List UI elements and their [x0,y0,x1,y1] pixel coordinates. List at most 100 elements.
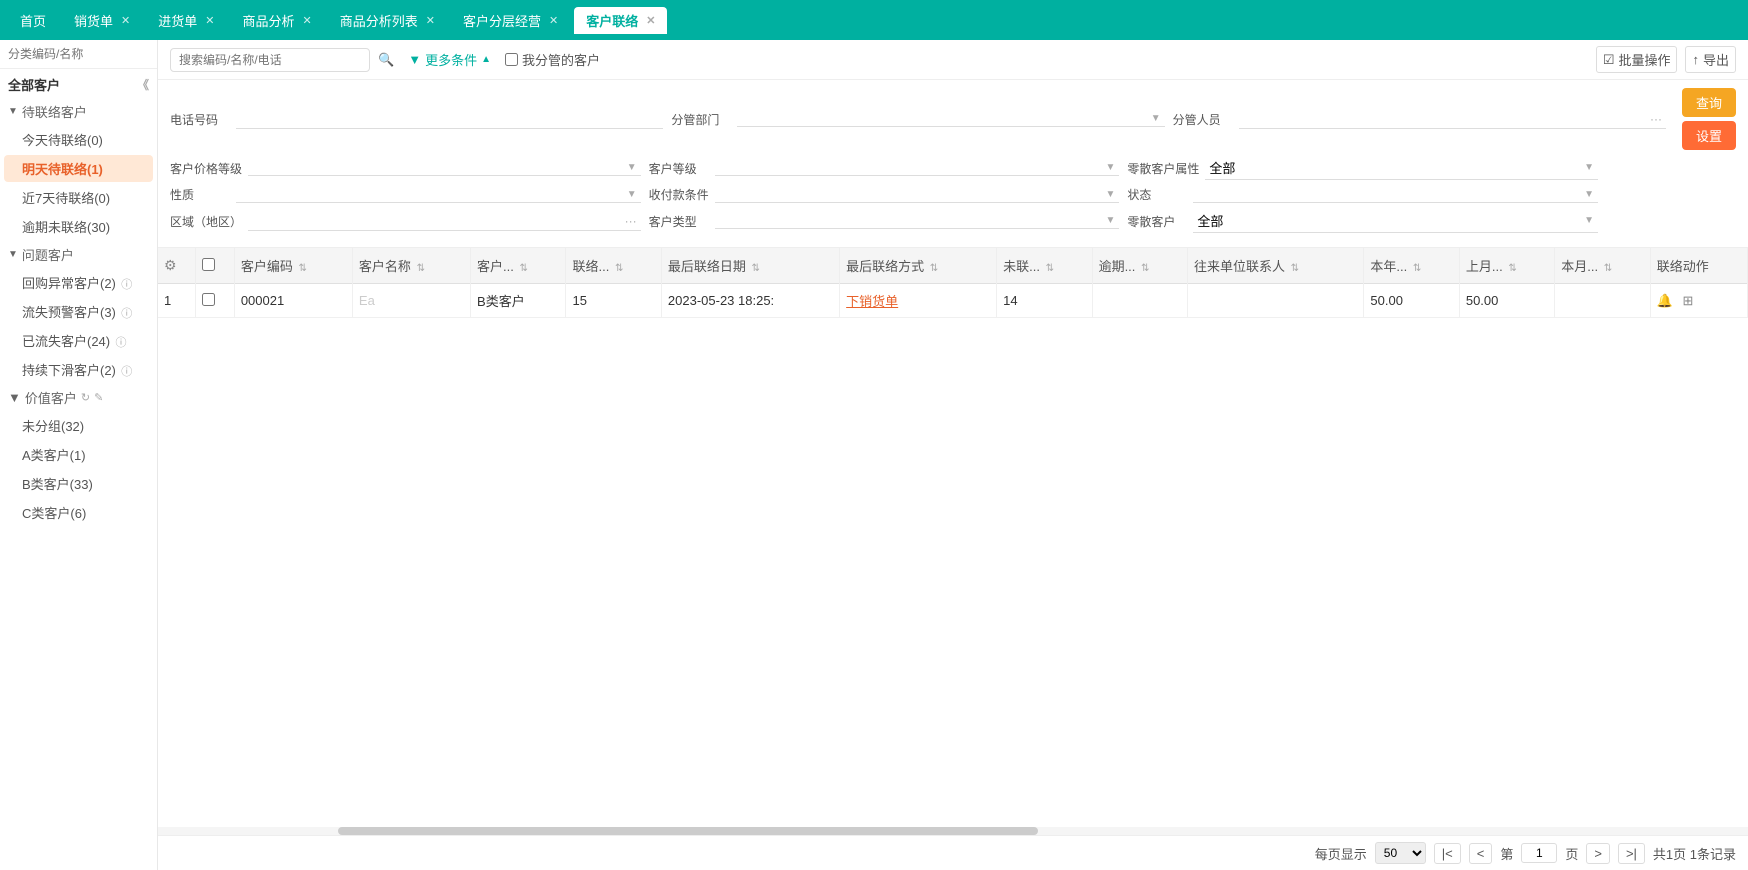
close-customer-segment-icon[interactable]: ✕ [549,14,558,27]
table-scrollbar[interactable] [158,827,1748,835]
nav-customer-segment[interactable]: 客户分层经营 ✕ [451,7,570,34]
close-purchase-icon[interactable]: ✕ [205,14,214,27]
customer-type-select[interactable]: ▼ [715,213,1120,229]
branch-person-more-icon[interactable]: ··· [1650,112,1662,126]
filter-action-buttons: 查询 设置 [1682,88,1736,150]
retail-customer-select[interactable]: 全部 ▼ [1193,209,1598,233]
export-btn[interactable]: ↑ 导出 [1685,46,1736,73]
payment-select[interactable]: ▼ [715,187,1120,203]
problem-group-label[interactable]: ▼ 问题客户 [0,241,157,268]
select-all-checkbox[interactable] [202,258,215,271]
nav-customer-contact[interactable]: 客户联络 ✕ [574,7,667,34]
table-header-row: ⚙ 客户编码 ⇅ 客户名称 ⇅ 客户... ⇅ [158,248,1748,284]
area-select[interactable]: ··· [248,212,641,231]
page-size-select[interactable]: 50 100 [1375,842,1426,864]
nav-sales[interactable]: 销货单 ✕ [62,7,142,34]
settings-button[interactable]: 设置 [1682,121,1736,150]
sidebar-item-a-class[interactable]: A类客户(1) [4,441,153,468]
col-checkbox[interactable] [195,248,234,284]
contacts-sort-icon[interactable]: ⇅ [615,263,623,274]
status-select[interactable]: ▼ [1193,187,1598,203]
repurchase-info-icon: ⓘ [121,279,132,291]
main-search-input[interactable] [170,48,370,72]
nav-purchase[interactable]: 进货单 ✕ [146,7,226,34]
row-last-contact-method[interactable]: 下销货单 [840,284,997,318]
sidebar-item-declining[interactable]: 持续下滑客户(2) ⓘ [4,356,153,383]
sidebar-item-week[interactable]: 近7天待联络(0) [4,184,153,211]
name-sort-icon[interactable]: ⇅ [417,263,425,274]
col-no-contact: 未联... ⇅ [997,248,1092,284]
retail-attr-select[interactable]: 全部 ▼ [1205,156,1598,180]
scrollbar-thumb[interactable] [338,827,1038,835]
close-goods-list-icon[interactable]: ✕ [426,14,435,27]
pending-arrow-icon: ▼ [8,106,18,117]
page-prev-btn[interactable]: < [1469,843,1493,864]
last-contact-method-link[interactable]: 下销货单 [846,294,898,309]
col-action: 联络动作 [1650,248,1747,284]
sidebar-item-tomorrow[interactable]: 明天待联络(1) [4,155,153,182]
row-contacts: 15 [566,284,661,318]
pending-group-label[interactable]: ▼ 待联络客户 [0,98,157,125]
page-first-btn[interactable]: |< [1434,843,1461,864]
more-conditions-btn[interactable]: ▼ 更多条件 ▲ [402,46,497,73]
phone-field: 电话号码 [170,110,663,129]
my-customers-checkbox-label[interactable]: 我分管的客户 [505,50,600,69]
nav-home[interactable]: 首页 [8,7,58,34]
this-month-sort-icon[interactable]: ⇅ [1604,263,1612,274]
value-edit-icon[interactable]: ✎ [94,391,103,404]
customer-level-select[interactable]: ▼ [715,160,1120,176]
customer-level-field: 客户等级 ▼ [649,160,1120,177]
sidebar-item-churned[interactable]: 已流失客户(24) ⓘ [4,327,153,354]
nature-field: 性质 ▼ [170,186,641,203]
col-overdue: 逾期... ⇅ [1092,248,1187,284]
row-grid-icon[interactable]: ⊞ [1683,293,1694,308]
sidebar-item-b-class[interactable]: B类客户(33) [4,470,153,497]
sidebar-item-churn-warning[interactable]: 流失预警客户(3) ⓘ [4,298,153,325]
branch-person-select[interactable]: ··· [1239,110,1666,129]
page-last-btn[interactable]: >| [1618,843,1645,864]
last-date-sort-icon[interactable]: ⇅ [752,263,760,274]
sidebar-item-c-class[interactable]: C类客户(6) [4,499,153,526]
close-sales-icon[interactable]: ✕ [121,14,130,27]
phone-input[interactable] [236,110,663,129]
sidebar-item-ungrouped[interactable]: 未分组(32) [4,412,153,439]
sidebar-item-today[interactable]: 今天待联络(0) [4,126,153,153]
main-search-icon[interactable]: 🔍 [378,52,394,68]
my-customers-checkbox[interactable] [505,53,518,66]
branch-dept-select[interactable]: ▼ [737,111,1164,127]
row-bell-icon[interactable]: 🔔 [1657,293,1673,308]
sidebar: 🔍 全部客户 《 ▼ 待联络客户 今天待联络(0) 明天待联络(1) 近7天待联… [0,40,158,870]
query-button[interactable]: 查询 [1682,88,1736,117]
last-month-sort-icon[interactable]: ⇅ [1508,263,1516,274]
contact-person-sort-icon[interactable]: ⇅ [1291,263,1299,274]
last-method-sort-icon[interactable]: ⇅ [930,263,938,274]
sidebar-search-input[interactable] [8,47,158,61]
nav-goods-analysis[interactable]: 商品分析 ✕ [230,7,323,34]
row-checkbox-cell[interactable] [195,284,234,318]
bulk-action-btn[interactable]: ☑ 批量操作 [1596,46,1678,73]
customer-type-arrow-icon: ▼ [1105,215,1115,226]
this-year-sort-icon[interactable]: ⇅ [1413,263,1421,274]
close-customer-contact-icon[interactable]: ✕ [646,14,655,27]
area-more-icon[interactable]: ··· [625,214,637,228]
nature-select[interactable]: ▼ [236,187,641,203]
sidebar-item-overdue[interactable]: 逾期未联络(30) [4,213,153,240]
nav-goods-list[interactable]: 商品分析列表 ✕ [328,7,447,34]
close-goods-analysis-icon[interactable]: ✕ [303,14,312,27]
table-row: 1 000021 Ea B类客户 15 2023-05-23 18:25: 下销… [158,284,1748,318]
col-gear[interactable]: ⚙ [158,248,195,284]
customer-price-select[interactable]: ▼ [248,160,641,176]
overdue-sort-icon[interactable]: ⇅ [1141,263,1149,274]
page-next-btn[interactable]: > [1586,843,1610,864]
no-contact-sort-icon[interactable]: ⇅ [1046,263,1054,274]
row-checkbox[interactable] [202,293,215,306]
declining-info-icon: ⓘ [121,366,132,378]
value-refresh-icon[interactable]: ↻ [81,391,90,404]
sidebar-collapse-btn[interactable]: 《 [137,76,149,93]
type-sort-icon[interactable]: ⇅ [520,263,528,274]
sidebar-item-repurchase[interactable]: 回购异常客户(2) ⓘ [4,269,153,296]
value-group-label[interactable]: ▼ 价值客户 ↻ ✎ [0,384,157,411]
code-sort-icon[interactable]: ⇅ [298,263,306,274]
gear-settings-icon[interactable]: ⚙ [164,257,177,273]
page-number-input[interactable] [1521,843,1557,863]
